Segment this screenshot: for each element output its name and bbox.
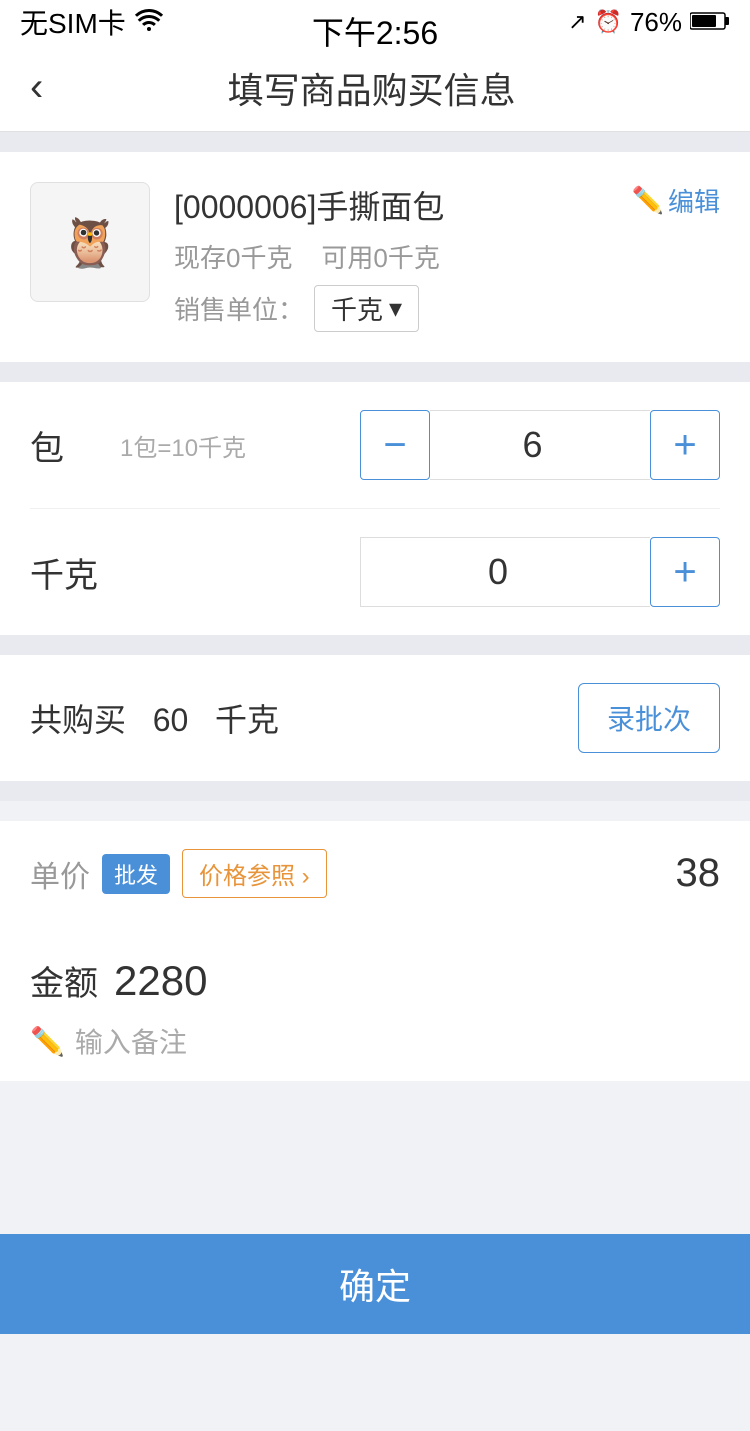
batch-button[interactable]: 录批次	[578, 683, 720, 753]
page-title: 填写商品购买信息	[63, 62, 680, 114]
bao-plus-button[interactable]: +	[650, 410, 720, 480]
quantity-section: 包 1包=10千克 − + 千克 +	[0, 382, 750, 635]
available-text: 可用0千克	[321, 243, 439, 273]
divider-2	[0, 362, 750, 382]
status-time: 下午2:56	[312, 8, 438, 54]
edit-button[interactable]: ✏️ 编辑	[632, 182, 720, 219]
back-button[interactable]: ‹	[30, 65, 43, 110]
location-icon: ↗	[568, 9, 586, 35]
unit-value: 千克	[331, 290, 383, 327]
price-value: 38	[676, 851, 721, 896]
amount-row: 金额 2280	[30, 956, 720, 1005]
wifi-icon	[134, 6, 164, 38]
price-label: 单价	[30, 852, 90, 896]
price-ref-button[interactable]: 价格参照 ›	[182, 849, 327, 898]
product-stock: 现存0千克 可用0千克	[174, 238, 720, 275]
kg-row: 千克 +	[30, 509, 720, 635]
kg-label: 千克	[30, 548, 110, 597]
unit-label: 销售单位：	[174, 290, 304, 327]
price-section: 单价 批发 价格参照 › 38	[0, 821, 750, 926]
summary-section: 共购买 60 千克 录批次	[0, 655, 750, 781]
bao-input[interactable]	[430, 410, 650, 480]
bao-controls: − +	[360, 410, 720, 480]
product-logo: 🦉	[60, 214, 120, 271]
status-bar: 无SIM卡 下午2:56 ↗ ⏰ 76%	[0, 0, 750, 44]
summary-text: 共购买 60 千克	[30, 695, 279, 741]
nav-bar: ‹ 填写商品购买信息	[0, 44, 750, 132]
unit-select[interactable]: 千克 ▾	[314, 285, 419, 332]
product-unit-row: 销售单位： 千克 ▾	[174, 285, 720, 332]
price-tag: 批发	[102, 854, 170, 894]
bao-sublabel: 1包=10千克	[120, 428, 360, 463]
amount-value: 2280	[114, 957, 207, 1005]
dropdown-icon: ▾	[389, 293, 402, 324]
stock-text: 现存0千克	[174, 243, 292, 273]
status-right: ↗ ⏰ 76%	[568, 7, 730, 38]
product-name: [0000006]手撕面包	[174, 182, 444, 228]
carrier-text: 无SIM卡	[20, 2, 126, 42]
status-left: 无SIM卡	[20, 2, 164, 42]
product-image: 🦉	[30, 182, 150, 302]
battery-text: 76%	[630, 7, 682, 38]
battery-icon	[690, 7, 730, 38]
alarm-icon: ⏰	[595, 9, 622, 35]
summary-amount: 60	[153, 702, 189, 738]
confirm-label: 确定	[339, 1258, 411, 1310]
kg-input[interactable]	[360, 537, 650, 607]
product-info: [0000006]手撕面包 ✏️ 编辑 现存0千克 可用0千克 销售单位： 千克…	[174, 182, 720, 332]
divider-3	[0, 635, 750, 655]
remark-row[interactable]: ✏️ 输入备注	[30, 1021, 720, 1061]
amount-section: 金额 2280 ✏️ 输入备注	[0, 926, 750, 1081]
divider-4	[0, 781, 750, 801]
divider-1	[0, 132, 750, 152]
bao-label: 包	[30, 421, 110, 470]
kg-controls: +	[360, 537, 720, 607]
remark-placeholder: 输入备注	[75, 1021, 187, 1061]
bao-row: 包 1包=10千克 − +	[30, 382, 720, 509]
amount-label: 金额	[30, 956, 98, 1005]
kg-plus-button[interactable]: +	[650, 537, 720, 607]
pencil-icon: ✏️	[30, 1025, 65, 1058]
summary-unit: 千克	[215, 702, 279, 738]
product-header-row: [0000006]手撕面包 ✏️ 编辑	[174, 182, 720, 238]
summary-prefix: 共购买	[30, 702, 126, 738]
product-card: 🦉 [0000006]手撕面包 ✏️ 编辑 现存0千克 可用0千克 销售单位： …	[0, 152, 750, 362]
bao-minus-button[interactable]: −	[360, 410, 430, 480]
confirm-bar[interactable]: 确定	[0, 1234, 750, 1334]
edit-label: 编辑	[668, 182, 720, 219]
edit-icon: ✏️	[632, 185, 664, 216]
